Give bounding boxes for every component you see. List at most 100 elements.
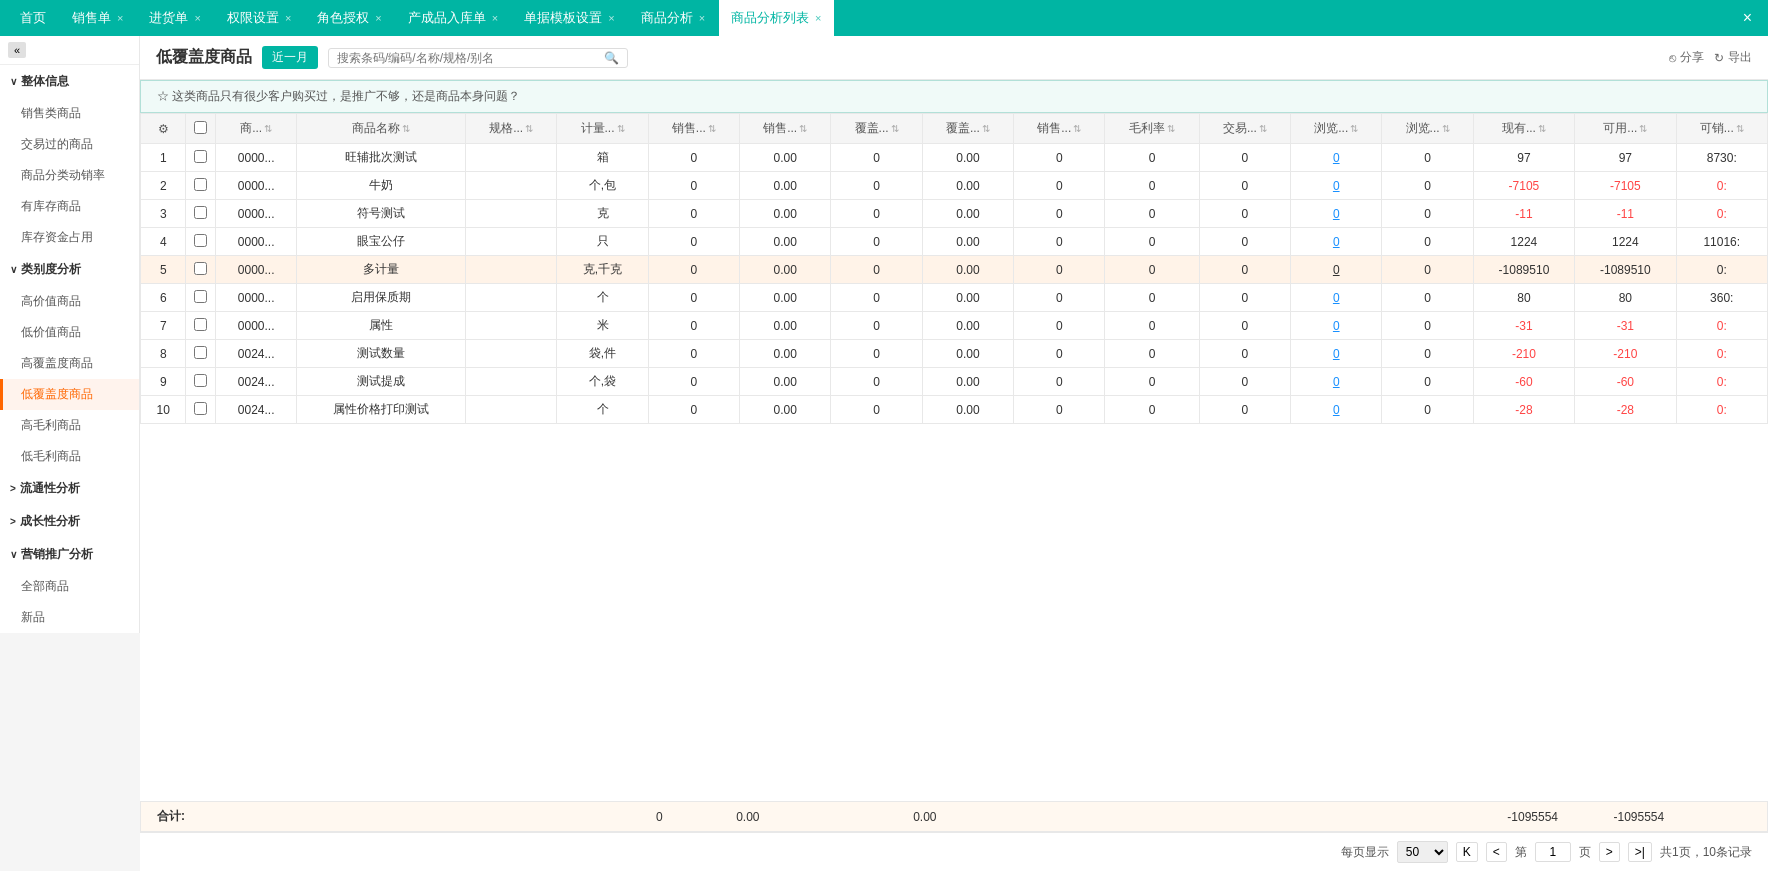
col-current[interactable]: 现有...⇅	[1473, 114, 1574, 144]
col-browse2[interactable]: 浏览...⇅	[1382, 114, 1473, 144]
search-input[interactable]	[337, 51, 599, 65]
col-sales-qty[interactable]: 销售...⇅	[648, 114, 739, 144]
sidebar-item-high-profit[interactable]: 高毛利商品	[0, 410, 139, 441]
row-checkbox-cell[interactable]	[186, 340, 216, 368]
nav-production-close-icon[interactable]: ×	[492, 12, 498, 24]
select-all-checkbox[interactable]	[194, 121, 207, 134]
row-checkbox[interactable]	[194, 290, 207, 303]
last-page-button[interactable]: >|	[1628, 842, 1652, 862]
col-unit[interactable]: 计量...⇅	[557, 114, 648, 144]
nav-home[interactable]: 首页	[8, 0, 58, 36]
period-button[interactable]: 近一月	[262, 46, 318, 69]
row-checkbox-cell[interactable]	[186, 144, 216, 172]
row-sales-amt: 0.00	[740, 256, 831, 284]
row-checkbox[interactable]	[194, 206, 207, 219]
row-browse1[interactable]: 0	[1291, 284, 1382, 312]
sidebar-collapse-button[interactable]: «	[8, 42, 26, 58]
row-checkbox-cell[interactable]	[186, 368, 216, 396]
nav-permissions-close-icon[interactable]: ×	[285, 12, 291, 24]
sidebar-item-high-coverage[interactable]: 高覆盖度商品	[0, 348, 139, 379]
sidebar-item-high-value[interactable]: 高价值商品	[0, 286, 139, 317]
sidebar-item-new-goods[interactable]: 新品	[0, 602, 139, 633]
page-number-input[interactable]	[1535, 842, 1571, 862]
row-browse1[interactable]: 0	[1291, 340, 1382, 368]
sidebar-item-all-goods[interactable]: 全部商品	[0, 571, 139, 602]
nav-purchase[interactable]: 进货单 ×	[137, 0, 212, 36]
col-spec[interactable]: 规格...⇅	[466, 114, 557, 144]
nav-permissions[interactable]: 权限设置 ×	[215, 0, 303, 36]
col-cover1[interactable]: 覆盖...⇅	[831, 114, 922, 144]
export-button[interactable]: ↻ 导出	[1714, 49, 1752, 66]
row-checkbox-cell[interactable]	[186, 284, 216, 312]
row-checkbox[interactable]	[194, 346, 207, 359]
sidebar-item-capital[interactable]: 库存资金占用	[0, 222, 139, 253]
sidebar-item-inventory-goods[interactable]: 有库存商品	[0, 191, 139, 222]
col-sales2[interactable]: 销售...⇅	[1014, 114, 1105, 144]
row-checkbox-cell[interactable]	[186, 172, 216, 200]
nav-template[interactable]: 单据模板设置 ×	[512, 0, 626, 36]
row-checkbox[interactable]	[194, 150, 207, 163]
nav-roles[interactable]: 角色授权 ×	[305, 0, 393, 36]
col-saleable[interactable]: 可销...⇅	[1676, 114, 1767, 144]
sidebar-item-low-profit[interactable]: 低毛利商品	[0, 441, 139, 472]
row-browse1[interactable]: 0	[1291, 256, 1382, 284]
per-page-select[interactable]: 50 100 200	[1397, 841, 1448, 863]
row-browse1[interactable]: 0	[1291, 396, 1382, 424]
search-icon[interactable]: 🔍	[604, 51, 619, 65]
col-code[interactable]: 商...⇅	[216, 114, 296, 144]
col-trade[interactable]: 交易...⇅	[1199, 114, 1290, 144]
nav-analysis[interactable]: 商品分析 ×	[629, 0, 717, 36]
col-checkbox[interactable]	[186, 114, 216, 144]
row-browse1[interactable]: 0	[1291, 200, 1382, 228]
prev-page-button[interactable]: <	[1486, 842, 1507, 862]
row-browse1[interactable]: 0	[1291, 312, 1382, 340]
nav-analysis-list-close-icon[interactable]: ×	[815, 12, 821, 24]
nav-template-close-icon[interactable]: ×	[608, 12, 614, 24]
sidebar-section-overall[interactable]: ∨ 整体信息	[0, 65, 139, 98]
sidebar-section-growth[interactable]: > 成长性分析	[0, 505, 139, 538]
row-checkbox-cell[interactable]	[186, 228, 216, 256]
settings-icon[interactable]: ⚙	[158, 122, 169, 136]
sidebar-item-low-coverage[interactable]: 低覆盖度商品	[0, 379, 139, 410]
sidebar-item-sales-goods[interactable]: 销售类商品	[0, 98, 139, 129]
row-browse1[interactable]: 0	[1291, 228, 1382, 256]
row-browse1[interactable]: 0	[1291, 144, 1382, 172]
window-close-icon[interactable]: ×	[1735, 9, 1760, 27]
col-browse1[interactable]: 浏览...⇅	[1291, 114, 1382, 144]
col-available[interactable]: 可用...⇅	[1575, 114, 1676, 144]
col-sales-amt[interactable]: 销售...⇅	[740, 114, 831, 144]
nav-production[interactable]: 产成品入库单 ×	[396, 0, 510, 36]
section-arrow-circulation: >	[10, 483, 16, 494]
nav-purchase-close-icon[interactable]: ×	[194, 12, 200, 24]
nav-analysis-close-icon[interactable]: ×	[699, 12, 705, 24]
row-checkbox-cell[interactable]	[186, 312, 216, 340]
row-checkbox[interactable]	[194, 234, 207, 247]
col-cover2[interactable]: 覆盖...⇅	[922, 114, 1013, 144]
row-checkbox[interactable]	[194, 318, 207, 331]
row-checkbox[interactable]	[194, 178, 207, 191]
sidebar-item-low-value[interactable]: 低价值商品	[0, 317, 139, 348]
nav-analysis-list[interactable]: 商品分析列表 ×	[719, 0, 833, 36]
sidebar-section-circulation[interactable]: > 流通性分析	[0, 472, 139, 505]
col-name[interactable]: 商品名称⇅	[296, 114, 465, 144]
next-page-button[interactable]: >	[1599, 842, 1620, 862]
row-browse1[interactable]: 0	[1291, 172, 1382, 200]
nav-sales[interactable]: 销售单 ×	[60, 0, 135, 36]
sidebar-section-marketing[interactable]: ∨ 营销推广分析	[0, 538, 139, 571]
nav-sales-close-icon[interactable]: ×	[117, 12, 123, 24]
row-checkbox[interactable]	[194, 262, 207, 275]
row-checkbox-cell[interactable]	[186, 396, 216, 424]
sidebar-item-category-rate[interactable]: 商品分类动销率	[0, 160, 139, 191]
row-checkbox-cell[interactable]	[186, 256, 216, 284]
col-gross-rate[interactable]: 毛利率⇅	[1105, 114, 1199, 144]
share-button[interactable]: ⎋ 分享	[1669, 49, 1704, 66]
sidebar-section-category[interactable]: ∨ 类别度分析	[0, 253, 139, 286]
row-browse1[interactable]: 0	[1291, 368, 1382, 396]
row-checkbox[interactable]	[194, 374, 207, 387]
row-checkbox[interactable]	[194, 402, 207, 415]
sidebar-item-traded-goods[interactable]: 交易过的商品	[0, 129, 139, 160]
nav-roles-close-icon[interactable]: ×	[375, 12, 381, 24]
row-checkbox-cell[interactable]	[186, 200, 216, 228]
col-settings[interactable]: ⚙	[141, 114, 186, 144]
first-page-button[interactable]: K	[1456, 842, 1478, 862]
